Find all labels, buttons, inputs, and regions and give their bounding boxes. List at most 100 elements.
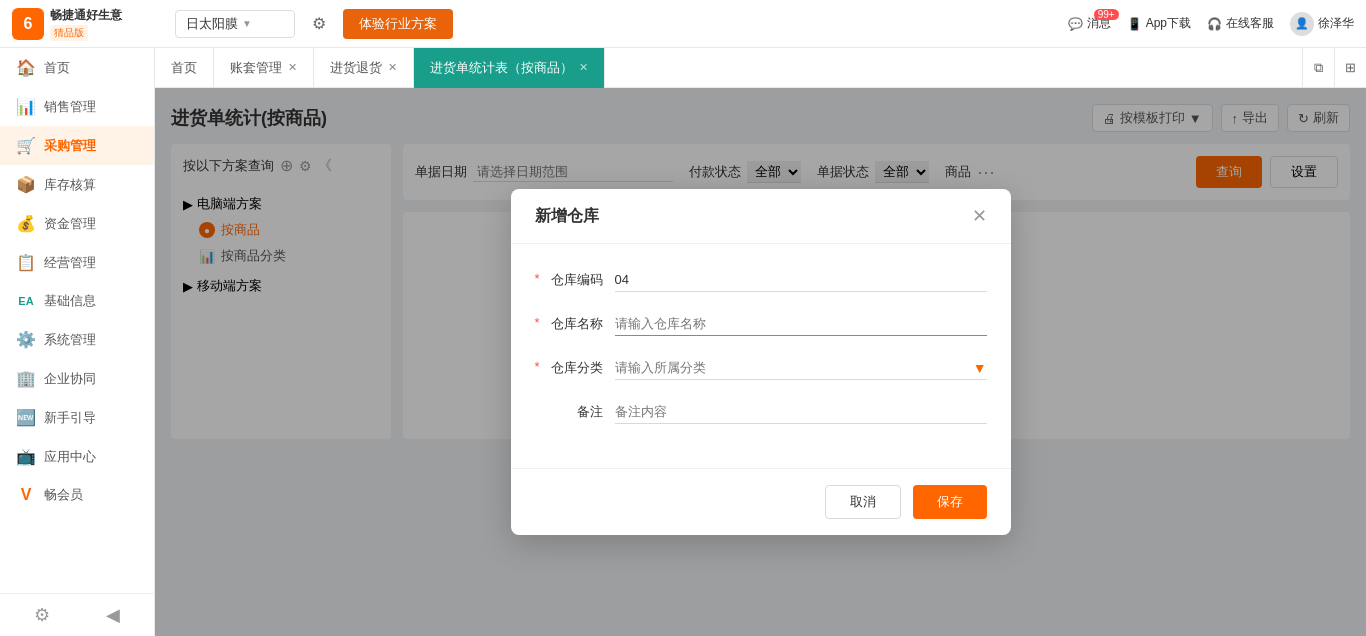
sidebar-item-app-center[interactable]: 📺 应用中心 [0,437,154,476]
purchase-icon: 🛒 [16,136,36,155]
tab-purchase-stats[interactable]: 进货单统计表（按商品） ✕ [414,48,605,88]
sidebar-item-label: 库存核算 [44,176,96,194]
sidebar-item-sales[interactable]: 📊 销售管理 [0,87,154,126]
modal-new-warehouse: 新增仓库 ✕ 仓库编码 仓库名称 [511,189,1011,535]
form-row-type: 仓库分类 ▼ [535,356,987,380]
dropdown-arrow-icon: ▼ [973,360,987,376]
tab-home-label: 首页 [171,59,197,77]
avatar: 👤 [1290,12,1314,36]
top-bar: 6 畅捷通好生意 猜品版 日太阳膜 ▼ ⚙ 体验行业方案 💬 消息 99+ 📱 … [0,0,1366,48]
logo-text: 畅捷通好生意 [50,7,122,24]
logo-text-block: 畅捷通好生意 猜品版 [50,7,122,41]
enterprise-icon: 🏢 [16,369,36,388]
tab-close-icon[interactable]: ✕ [388,61,397,74]
phone-icon: 📱 [1127,17,1142,31]
sidebar-item-guide[interactable]: 🆕 新手引导 [0,398,154,437]
operations-icon: 📋 [16,253,36,272]
sidebar-item-label: 资金管理 [44,215,96,233]
app-wrapper: 6 畅捷通好生意 猜品版 日太阳膜 ▼ ⚙ 体验行业方案 💬 消息 99+ 📱 … [0,0,1366,636]
app-download-label: App下载 [1146,15,1191,32]
system-icon: ⚙️ [16,330,36,349]
notification-badge: 99+ [1094,9,1119,20]
modal-close-button[interactable]: ✕ [972,205,987,227]
sidebar-item-label: 销售管理 [44,98,96,116]
username: 徐泽华 [1318,15,1354,32]
tab-bar: 首页 账套管理 ✕ 进货退货 ✕ 进货单统计表（按商品） ✕ ⧉ ⊞ [155,48,1366,88]
settings-button[interactable]: ⚙ [303,8,335,40]
store-name: 日太阳膜 [186,15,238,33]
sidebar-item-finance[interactable]: 💰 资金管理 [0,204,154,243]
warehouse-code-label: 仓库编码 [535,271,615,289]
tab-label: 进货退货 [330,59,382,77]
tab-minimize-btn[interactable]: ⧉ [1302,48,1334,88]
sidebar-item-basic-info[interactable]: EA 基础信息 [0,282,154,320]
form-row-remark: 备注 [535,400,987,424]
tab-expand-btn[interactable]: ⊞ [1334,48,1366,88]
chevron-down-icon: ▼ [242,18,252,29]
remark-label: 备注 [535,403,615,421]
modal-body: 仓库编码 仓库名称 仓库分类 [511,244,1011,468]
sidebar-collapse-btn[interactable]: ◀ [81,604,144,626]
sidebar-item-label: 畅会员 [44,486,83,504]
basic-info-icon: EA [16,295,36,307]
inventory-icon: 📦 [16,175,36,194]
vip-icon: V [16,486,36,504]
tab-label: 账套管理 [230,59,282,77]
sales-icon: 📊 [16,97,36,116]
modal-overlay[interactable]: 新增仓库 ✕ 仓库编码 仓库名称 [155,88,1366,636]
modal-header: 新增仓库 ✕ [511,189,1011,244]
sidebar-item-enterprise[interactable]: 🏢 企业协同 [0,359,154,398]
sidebar-item-inventory[interactable]: 📦 库存核算 [0,165,154,204]
sidebar-item-label: 经营管理 [44,254,96,272]
sidebar-item-label: 新手引导 [44,409,96,427]
messages-button[interactable]: 💬 消息 99+ [1068,15,1111,32]
home-icon: 🏠 [16,58,36,77]
sidebar-item-home[interactable]: 🏠 首页 [0,48,154,87]
sidebar-item-label: 采购管理 [44,137,96,155]
user-menu[interactable]: 👤 徐泽华 [1290,12,1354,36]
warehouse-type-select[interactable]: ▼ [615,356,987,380]
online-service-button[interactable]: 🎧 在线客服 [1207,15,1274,32]
logo-badge: 猜品版 [50,25,88,41]
modal-title: 新增仓库 [535,206,599,227]
content-body: 进货单统计(按商品) 🖨 按模板打印 ▼ ↑ 导出 ↻ [155,88,1366,636]
sidebar-item-vip[interactable]: V 畅会员 [0,476,154,514]
remark-input[interactable] [615,400,987,424]
form-row-name: 仓库名称 [535,312,987,336]
logo-icon: 6 [12,8,44,40]
sidebar-item-label: 系统管理 [44,331,96,349]
save-button[interactable]: 保存 [913,485,987,519]
tab-label: 进货单统计表（按商品） [430,59,573,77]
sidebar-item-system[interactable]: ⚙️ 系统管理 [0,320,154,359]
tab-close-icon[interactable]: ✕ [288,61,297,74]
sidebar-item-operations[interactable]: 📋 经营管理 [0,243,154,282]
warehouse-name-label: 仓库名称 [535,315,615,333]
tab-purchase-return[interactable]: 进货退货 ✕ [314,48,414,88]
sidebar-settings-btn[interactable]: ⚙ [10,604,73,626]
warehouse-code-input[interactable] [615,268,987,292]
sidebar-item-purchase[interactable]: 🛒 采购管理 [0,126,154,165]
guide-icon: 🆕 [16,408,36,427]
sidebar-item-label: 企业协同 [44,370,96,388]
main-area: 🏠 首页 📊 销售管理 🛒 采购管理 📦 库存核算 💰 资金管理 📋 经 [0,48,1366,636]
app-download-button[interactable]: 📱 App下载 [1127,15,1191,32]
finance-icon: 💰 [16,214,36,233]
warehouse-name-input[interactable] [615,312,987,336]
content-area: 首页 账套管理 ✕ 进货退货 ✕ 进货单统计表（按商品） ✕ ⧉ ⊞ [155,48,1366,636]
logo-area: 6 畅捷通好生意 猜品版 [12,7,167,41]
message-icon: 💬 [1068,17,1083,31]
app-center-icon: 📺 [16,447,36,466]
online-service-label: 在线客服 [1226,15,1274,32]
headset-icon: 🎧 [1207,17,1222,31]
tab-accounts[interactable]: 账套管理 ✕ [214,48,314,88]
sidebar-item-label: 首页 [44,59,70,77]
trial-button[interactable]: 体验行业方案 [343,9,453,39]
tab-close-icon[interactable]: ✕ [579,61,588,74]
warehouse-type-input[interactable] [615,356,973,379]
store-selector[interactable]: 日太阳膜 ▼ [175,10,295,38]
sidebar: 🏠 首页 📊 销售管理 🛒 采购管理 📦 库存核算 💰 资金管理 📋 经 [0,48,155,636]
cancel-button[interactable]: 取消 [825,485,901,519]
tab-actions: ⧉ ⊞ [1302,48,1366,88]
tab-home[interactable]: 首页 [155,48,214,88]
modal-footer: 取消 保存 [511,468,1011,535]
